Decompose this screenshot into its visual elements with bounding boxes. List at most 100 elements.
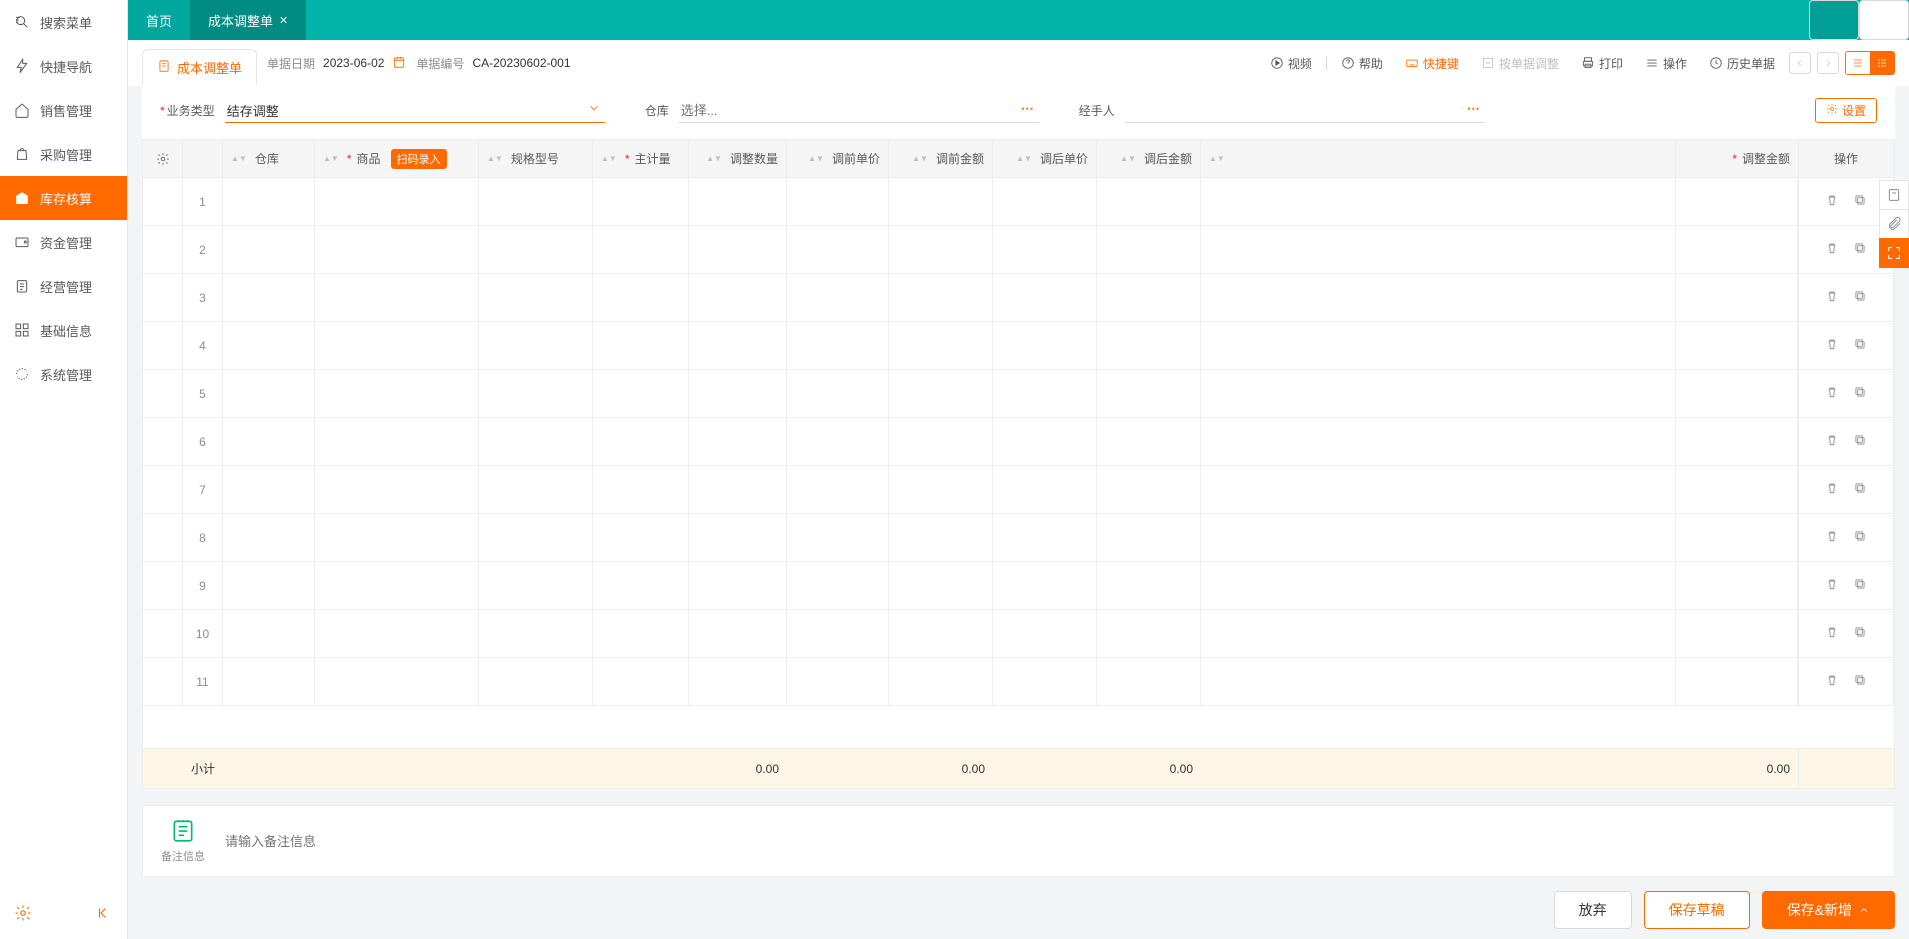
copy-icon[interactable] bbox=[1853, 385, 1867, 402]
th-preamt[interactable]: ▲▼调前金额 bbox=[889, 140, 993, 177]
delete-icon[interactable] bbox=[1825, 625, 1839, 642]
ops-button[interactable]: 操作 bbox=[1637, 51, 1695, 76]
sidebar-item-label: 资金管理 bbox=[40, 233, 92, 252]
float-expand-button[interactable] bbox=[1879, 238, 1909, 268]
table-row[interactable]: 1 bbox=[143, 178, 1894, 226]
save-draft-button[interactable]: 保存草稿 bbox=[1644, 891, 1750, 929]
table-row[interactable]: 4 bbox=[143, 322, 1894, 370]
more-icon[interactable]: ⋯ bbox=[1021, 101, 1035, 117]
tabsbar-right bbox=[1809, 0, 1909, 40]
remark-input[interactable] bbox=[225, 834, 1876, 849]
sidebar-item-label: 销售管理 bbox=[40, 101, 92, 120]
table-row[interactable]: 6 bbox=[143, 418, 1894, 466]
help-button[interactable]: 帮助 bbox=[1333, 51, 1391, 76]
table-row[interactable]: 9 bbox=[143, 562, 1894, 610]
next-button[interactable] bbox=[1817, 52, 1839, 74]
settings-button[interactable]: 设置 bbox=[1815, 98, 1877, 123]
tab-label: 成本调整单 bbox=[208, 11, 273, 30]
delete-icon[interactable] bbox=[1825, 481, 1839, 498]
table-row[interactable]: 10 bbox=[143, 610, 1894, 658]
delete-icon[interactable] bbox=[1825, 337, 1839, 354]
save-new-button[interactable]: 保存&新增 bbox=[1762, 891, 1895, 929]
table-foot: 小计 0.00 0.00 0.00 0.00 bbox=[143, 748, 1894, 788]
chevron-down-icon[interactable] bbox=[587, 101, 601, 118]
shortcut-button[interactable]: 快捷键 bbox=[1397, 51, 1467, 76]
sidebar-item-sales[interactable]: 销售管理 bbox=[0, 88, 127, 132]
th-spec[interactable]: ▲▼规格型号 bbox=[479, 140, 593, 177]
grid-icon bbox=[14, 322, 30, 338]
float-note-button[interactable] bbox=[1879, 180, 1909, 210]
sidebar-item-system[interactable]: 系统管理 bbox=[0, 352, 127, 396]
more-icon[interactable]: ⋯ bbox=[1467, 101, 1481, 117]
close-all-button[interactable] bbox=[1809, 0, 1859, 40]
warehouse-input[interactable] bbox=[679, 99, 1039, 123]
th-unit[interactable]: ▲▼*主计量 bbox=[593, 140, 689, 177]
float-attach-button[interactable] bbox=[1879, 209, 1909, 239]
copy-icon[interactable] bbox=[1853, 433, 1867, 450]
sidebar-footer bbox=[0, 894, 127, 939]
table-row[interactable]: 5 bbox=[143, 370, 1894, 418]
table-row[interactable]: 2 bbox=[143, 226, 1894, 274]
handler-input[interactable] bbox=[1125, 99, 1485, 123]
remark-label: 备注信息 bbox=[161, 848, 205, 864]
table-row[interactable]: 11 bbox=[143, 658, 1894, 706]
delete-icon[interactable] bbox=[1825, 577, 1839, 594]
table-row[interactable]: 3 bbox=[143, 274, 1894, 322]
th-postprice[interactable]: ▲▼调后单价 bbox=[993, 140, 1097, 177]
copy-icon[interactable] bbox=[1853, 481, 1867, 498]
copy-icon[interactable] bbox=[1853, 193, 1867, 210]
sidebar-item-base[interactable]: 基础信息 bbox=[0, 308, 127, 352]
th-adjamt[interactable]: *调整金额 bbox=[1676, 140, 1798, 177]
delete-icon[interactable] bbox=[1825, 385, 1839, 402]
scan-button[interactable]: 扫码录入 bbox=[391, 149, 447, 169]
delete-icon[interactable] bbox=[1825, 529, 1839, 546]
copy-icon[interactable] bbox=[1853, 577, 1867, 594]
th-product[interactable]: ▲▼*商品扫码录入 bbox=[315, 140, 479, 177]
copy-icon[interactable] bbox=[1853, 337, 1867, 354]
copy-icon[interactable] bbox=[1853, 241, 1867, 258]
video-button[interactable]: 视频 bbox=[1262, 51, 1320, 76]
delete-icon[interactable] bbox=[1825, 241, 1839, 258]
copy-icon[interactable] bbox=[1853, 289, 1867, 306]
biz-type-input[interactable] bbox=[225, 99, 605, 123]
field-warehouse: 仓库 ⋯ bbox=[645, 99, 1039, 123]
history-button[interactable]: 历史单据 bbox=[1701, 51, 1783, 76]
fullscreen-button[interactable] bbox=[1859, 0, 1909, 40]
tab-cost-adjust[interactable]: 成本调整单 ✕ bbox=[190, 0, 306, 40]
calendar-icon[interactable] bbox=[392, 55, 406, 72]
copy-icon[interactable] bbox=[1853, 673, 1867, 690]
copy-icon[interactable] bbox=[1853, 625, 1867, 642]
view-grid-button[interactable] bbox=[1870, 52, 1894, 74]
toolbar: 成本调整单 单据日期 2023-06-02 单据编号 CA-20230602-0… bbox=[128, 40, 1909, 86]
sidebar-item-biz[interactable]: 经营管理 bbox=[0, 264, 127, 308]
print-button[interactable]: 打印 bbox=[1573, 51, 1631, 76]
discard-button[interactable]: 放弃 bbox=[1554, 891, 1632, 929]
delete-icon[interactable] bbox=[1825, 193, 1839, 210]
delete-icon[interactable] bbox=[1825, 289, 1839, 306]
tab-home[interactable]: 首页 bbox=[128, 0, 190, 40]
th-blank[interactable]: ▲▼ bbox=[1201, 140, 1676, 177]
th-preprice[interactable]: ▲▼调前单价 bbox=[787, 140, 889, 177]
gear-icon[interactable] bbox=[14, 904, 32, 925]
sidebar-item-inventory[interactable]: 库存核算 bbox=[0, 176, 127, 220]
sidebar-item-purchase[interactable]: 采购管理 bbox=[0, 132, 127, 176]
table-row[interactable]: 8 bbox=[143, 514, 1894, 562]
copy-icon[interactable] bbox=[1853, 529, 1867, 546]
th-qty[interactable]: ▲▼调整数量 bbox=[689, 140, 787, 177]
delete-icon[interactable] bbox=[1825, 673, 1839, 690]
th-index bbox=[183, 140, 223, 177]
sidebar-item-search[interactable]: 搜索菜单 bbox=[0, 0, 127, 44]
th-gear[interactable] bbox=[143, 140, 183, 177]
prev-button[interactable] bbox=[1789, 52, 1811, 74]
sidebar-item-funds[interactable]: 资金管理 bbox=[0, 220, 127, 264]
close-icon[interactable]: ✕ bbox=[279, 14, 288, 27]
table-row[interactable]: 7 bbox=[143, 466, 1894, 514]
view-list-button[interactable] bbox=[1846, 52, 1870, 74]
meta-value: 2023-06-02 bbox=[323, 56, 384, 70]
th-postamt[interactable]: ▲▼调后金额 bbox=[1097, 140, 1201, 177]
collapse-icon[interactable] bbox=[95, 904, 113, 925]
document-icon bbox=[157, 59, 171, 76]
delete-icon[interactable] bbox=[1825, 433, 1839, 450]
th-warehouse[interactable]: ▲▼仓库 bbox=[223, 140, 315, 177]
sidebar-item-quicknav[interactable]: 快捷导航 bbox=[0, 44, 127, 88]
